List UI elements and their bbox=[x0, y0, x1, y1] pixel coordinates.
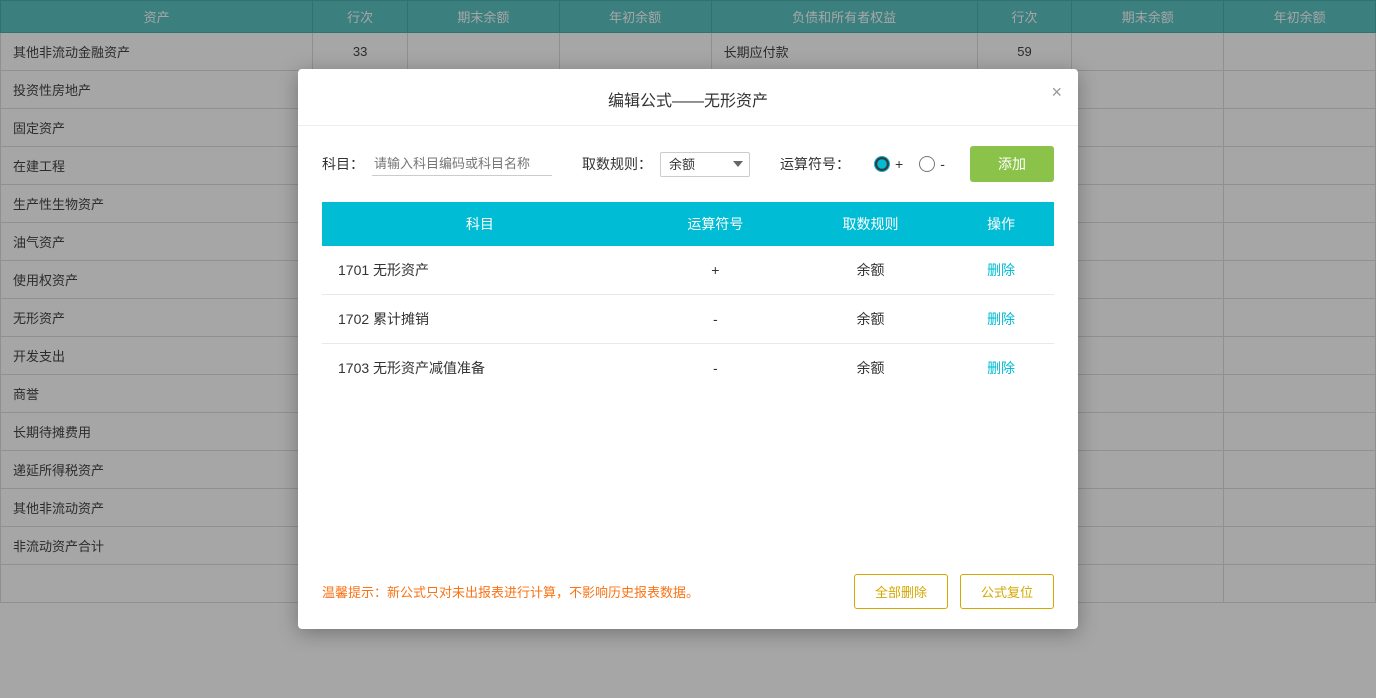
subject-cell-2: 1702 累计摊销 bbox=[322, 295, 638, 344]
modal-close-button[interactable]: × bbox=[1051, 83, 1062, 101]
subject-cell-3: 1703 无形资产减值准备 bbox=[322, 344, 638, 393]
subject-label: 科目： bbox=[322, 154, 364, 174]
operator-cell-2: - bbox=[638, 295, 793, 344]
footer-buttons: 全部删除 公式复位 bbox=[854, 574, 1054, 609]
rule-cell-2: 余额 bbox=[793, 295, 948, 344]
formula-table: 科目 运算符号 取数规则 操作 1701 无形资产 + 余额 删除 bbox=[322, 202, 1054, 392]
action-cell-1: 删除 bbox=[948, 246, 1054, 295]
operator-plus-radio[interactable] bbox=[874, 156, 890, 172]
rule-group: 取数规则： 余额 借方 贷方 借方累计 贷方累计 bbox=[582, 152, 750, 177]
modal-dialog: 编辑公式——无形资产 × 科目： 取数规则： 余额 借方 贷方 借方累计 贷方累… bbox=[298, 69, 1078, 629]
operator-group: 运算符号： + - bbox=[780, 154, 945, 174]
operator-plus-text: + bbox=[895, 156, 903, 172]
table-header-row: 科目 运算符号 取数规则 操作 bbox=[322, 202, 1054, 246]
add-button[interactable]: 添加 bbox=[970, 146, 1054, 182]
action-cell-3: 删除 bbox=[948, 344, 1054, 393]
modal-header: 编辑公式——无形资产 × bbox=[298, 69, 1078, 126]
modal-overlay: 编辑公式——无形资产 × 科目： 取数规则： 余额 借方 贷方 借方累计 贷方累… bbox=[0, 0, 1376, 698]
operator-minus-text: - bbox=[940, 156, 945, 172]
operator-minus-radio[interactable] bbox=[919, 156, 935, 172]
delete-button-3[interactable]: 删除 bbox=[987, 360, 1015, 376]
th-action: 操作 bbox=[948, 202, 1054, 246]
modal-body: 科目： 取数规则： 余额 借方 贷方 借方累计 贷方累计 运算符号： bbox=[298, 126, 1078, 558]
subject-input[interactable] bbox=[372, 152, 552, 176]
rule-cell-3: 余额 bbox=[793, 344, 948, 393]
table-row: 1701 无形资产 + 余额 删除 bbox=[322, 246, 1054, 295]
delete-all-button[interactable]: 全部删除 bbox=[854, 574, 948, 609]
operator-cell-3: - bbox=[638, 344, 793, 393]
modal-title: 编辑公式——无形资产 bbox=[608, 87, 768, 111]
th-operator: 运算符号 bbox=[638, 202, 793, 246]
delete-button-1[interactable]: 删除 bbox=[987, 262, 1015, 278]
th-subject: 科目 bbox=[322, 202, 638, 246]
table-row: 1703 无形资产减值准备 - 余额 删除 bbox=[322, 344, 1054, 393]
table-row: 1702 累计摊销 - 余额 删除 bbox=[322, 295, 1054, 344]
rule-label: 取数规则： bbox=[582, 154, 652, 174]
form-row: 科目： 取数规则： 余额 借方 贷方 借方累计 贷方累计 运算符号： bbox=[322, 146, 1054, 182]
action-cell-2: 删除 bbox=[948, 295, 1054, 344]
operator-label: 运算符号： bbox=[780, 154, 850, 174]
delete-button-2[interactable]: 删除 bbox=[987, 311, 1015, 327]
operator-cell-1: + bbox=[638, 246, 793, 295]
operator-minus-label[interactable]: - bbox=[919, 156, 945, 172]
operator-plus-label[interactable]: + bbox=[874, 156, 903, 172]
modal-footer: 温馨提示：新公式只对未出报表进行计算，不影响历史报表数据。 全部删除 公式复位 bbox=[298, 558, 1078, 629]
reset-formula-button[interactable]: 公式复位 bbox=[960, 574, 1054, 609]
th-rule: 取数规则 bbox=[793, 202, 948, 246]
footer-tip: 温馨提示：新公式只对未出报表进行计算，不影响历史报表数据。 bbox=[322, 582, 699, 601]
rule-select[interactable]: 余额 借方 贷方 借方累计 贷方累计 bbox=[660, 152, 750, 177]
rule-cell-1: 余额 bbox=[793, 246, 948, 295]
subject-cell-1: 1701 无形资产 bbox=[322, 246, 638, 295]
